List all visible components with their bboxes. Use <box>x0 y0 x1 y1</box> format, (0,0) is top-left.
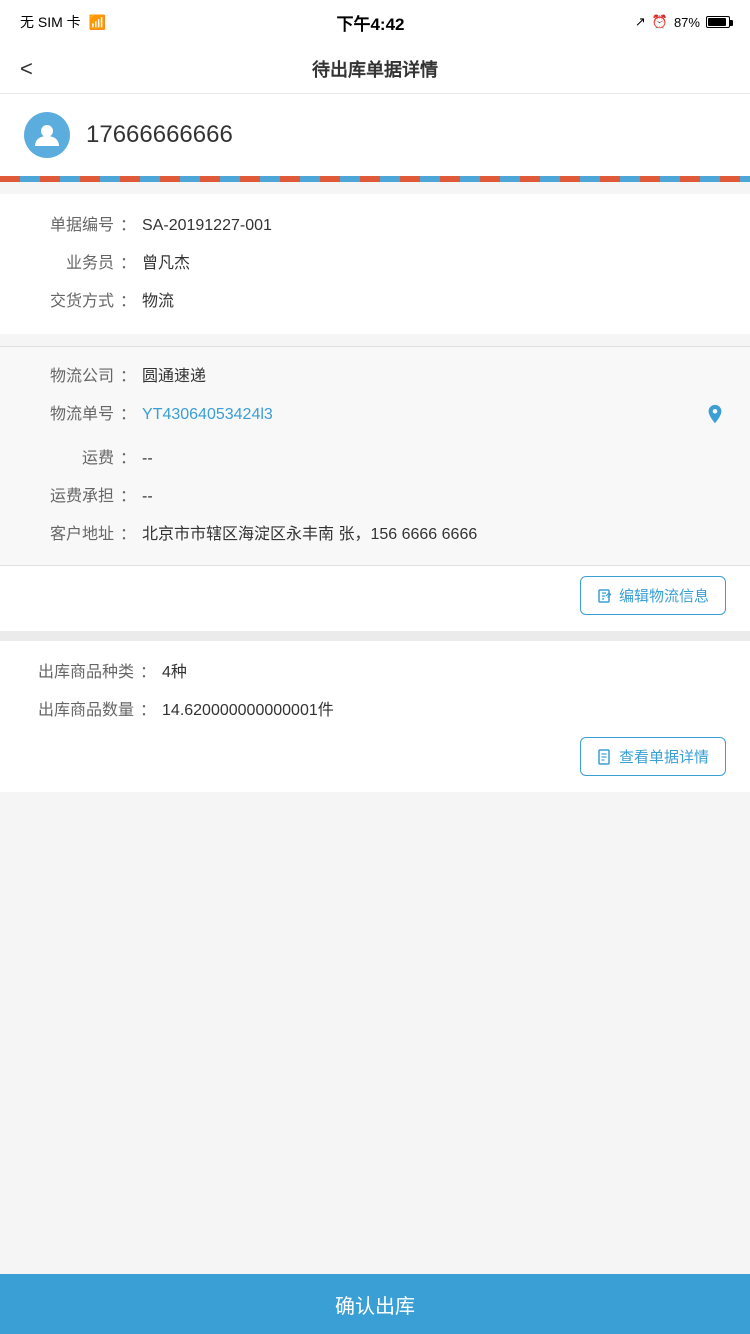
avatar <box>24 112 70 158</box>
page-title: 待出库单据详情 <box>312 56 438 82</box>
location-icon: ↗ <box>635 14 646 30</box>
order-no-label: 单据编号 <box>24 214 114 238</box>
logistics-company-label: 物流公司 <box>24 365 114 389</box>
goods-type-label: 出库商品种类 <box>24 661 134 685</box>
goods-type-row: 出库商品种类 ： 4种 <box>24 661 726 685</box>
back-button[interactable]: < <box>20 48 43 90</box>
tracking-no-value: YT43064053424l3 <box>142 403 694 427</box>
delivery-value: 物流 <box>142 290 726 314</box>
goods-qty-label: 出库商品数量 <box>24 699 134 723</box>
edit-action-row: 编辑物流信息 <box>0 566 750 631</box>
battery-icon <box>706 16 730 28</box>
logistics-company-row: 物流公司 ： 圆通速递 <box>24 365 726 389</box>
tracking-no-label: 物流单号 <box>24 403 114 427</box>
wifi-icon: 📶 <box>89 14 106 31</box>
document-icon <box>597 749 613 765</box>
battery-text: 87% <box>674 15 700 30</box>
confirm-label: 确认出库 <box>335 1290 415 1319</box>
alarm-icon: ⏰ <box>652 14 668 30</box>
salesperson-label: 业务员 <box>24 252 114 276</box>
logistics-company-value: 圆通速递 <box>142 365 726 389</box>
goods-qty-value: 14.620000000000001件 <box>162 699 726 723</box>
edit-logistics-label: 编辑物流信息 <box>619 585 709 606</box>
freight-bear-row: 运费承担 ： -- <box>24 485 726 509</box>
goods-type-value: 4种 <box>162 661 726 685</box>
edit-icon <box>597 588 613 604</box>
view-details-button[interactable]: 查看单据详情 <box>580 737 726 776</box>
logistics-section: 物流公司 ： 圆通速递 物流单号 ： YT43064053424l3 运费 ： … <box>0 346 750 566</box>
order-info-section: 单据编号 ： SA-20191227-001 业务员 ： 曾凡杰 交货方式 ： … <box>0 194 750 334</box>
confirm-button[interactable]: 确认出库 <box>0 1274 750 1334</box>
salesperson-value: 曾凡杰 <box>142 252 726 276</box>
order-no-value: SA-20191227-001 <box>142 214 726 238</box>
freight-label: 运费 <box>24 447 114 471</box>
delivery-row: 交货方式 ： 物流 <box>24 290 726 314</box>
user-card: 17666666666 <box>0 94 750 176</box>
address-value: 北京市市辖区海淀区永丰南 张，156 6666 6666 <box>142 523 726 547</box>
status-bar-right: ↗ ⏰ 87% <box>635 14 730 30</box>
goods-qty-row: 出库商品数量 ： 14.620000000000001件 <box>24 699 726 723</box>
user-phone: 17666666666 <box>86 121 233 149</box>
status-bar: 无 SIM 卡 📶 下午4:42 ↗ ⏰ 87% <box>0 0 750 44</box>
order-no-row: 单据编号 ： SA-20191227-001 <box>24 214 726 238</box>
edit-logistics-button[interactable]: 编辑物流信息 <box>580 576 726 615</box>
goods-section: 出库商品种类 ： 4种 出库商品数量 ： 14.620000000000001件… <box>0 641 750 792</box>
section-divider <box>0 631 750 641</box>
dashed-separator <box>0 176 750 182</box>
location-track-icon[interactable] <box>704 403 726 433</box>
bottom-spacer <box>0 792 750 992</box>
address-row: 客户地址 ： 北京市市辖区海淀区永丰南 张，156 6666 6666 <box>24 523 726 547</box>
freight-bear-label: 运费承担 <box>24 485 114 509</box>
carrier-text: 无 SIM 卡 <box>20 12 81 32</box>
status-bar-time: 下午4:42 <box>336 10 404 35</box>
status-bar-left: 无 SIM 卡 📶 <box>20 12 106 32</box>
freight-bear-value: -- <box>142 485 726 509</box>
delivery-label: 交货方式 <box>24 290 114 314</box>
nav-bar: < 待出库单据详情 <box>0 44 750 94</box>
address-label: 客户地址 <box>24 523 114 547</box>
view-details-label: 查看单据详情 <box>619 746 709 767</box>
freight-value: -- <box>142 447 726 471</box>
freight-row: 运费 ： -- <box>24 447 726 471</box>
tracking-no-row: 物流单号 ： YT43064053424l3 <box>24 403 726 433</box>
salesperson-row: 业务员 ： 曾凡杰 <box>24 252 726 276</box>
